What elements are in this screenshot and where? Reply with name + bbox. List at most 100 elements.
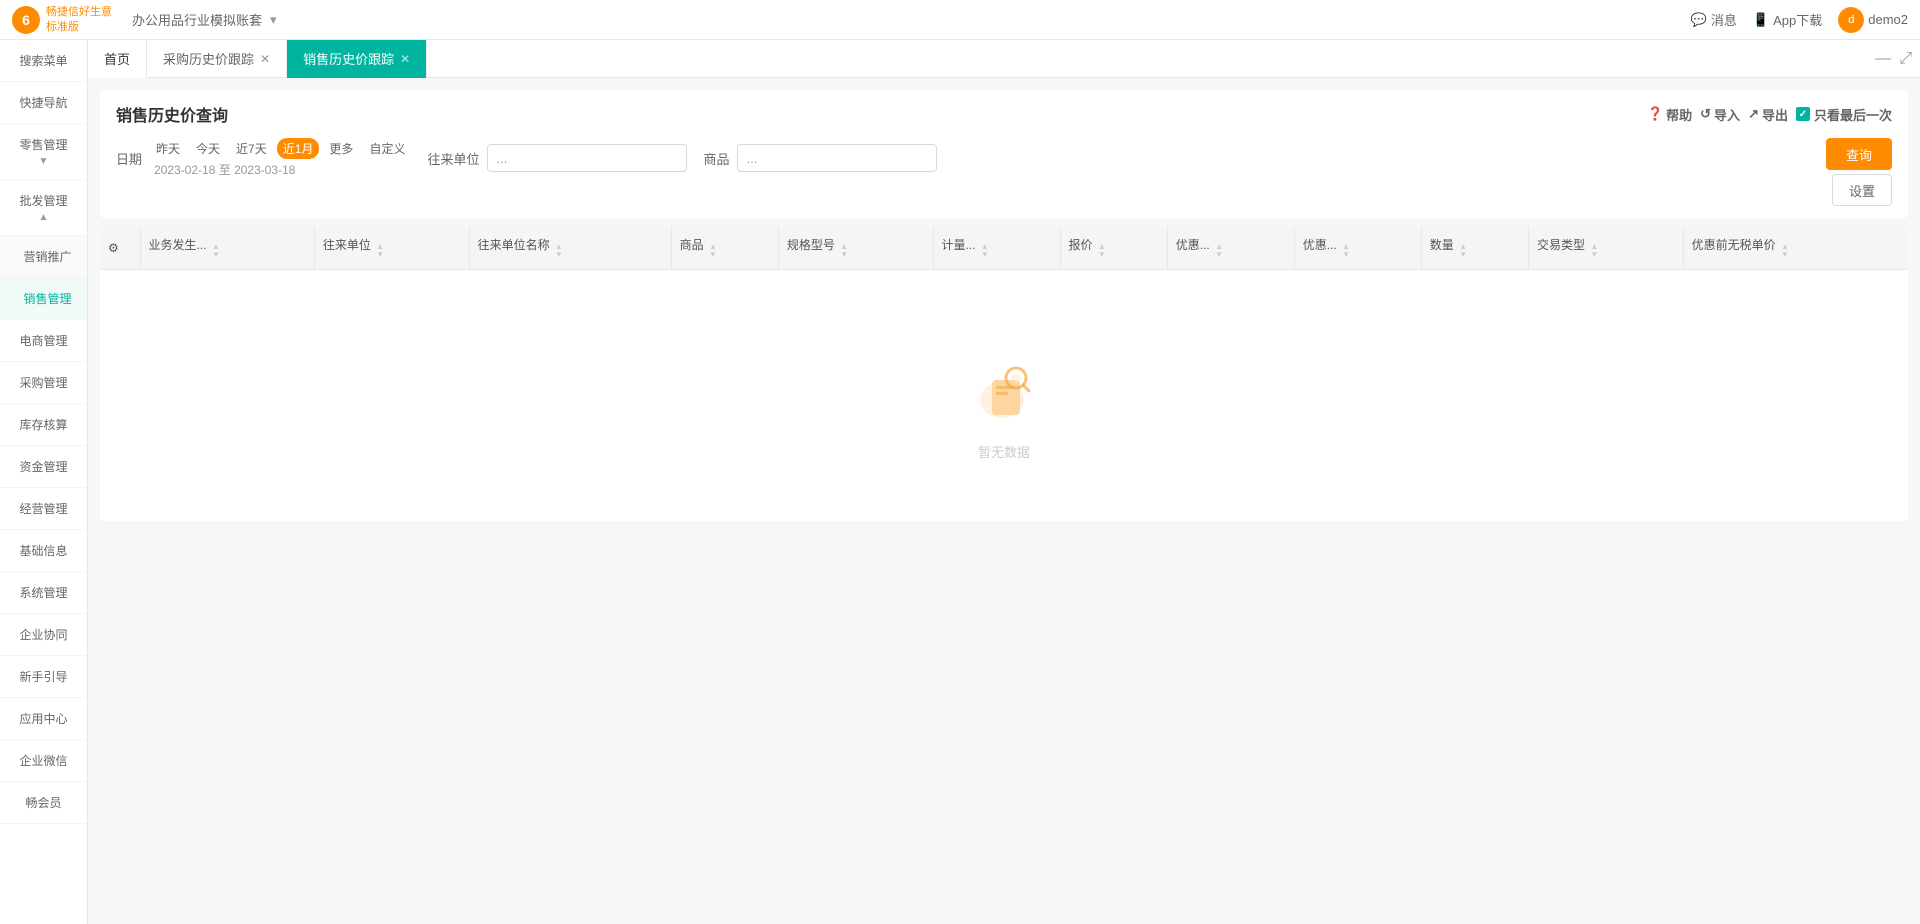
app-download-nav[interactable]: 📱 App下载 (1753, 10, 1822, 29)
retail-arrow-icon: ▼ (39, 156, 49, 167)
export-icon: ↗ (1748, 106, 1759, 122)
user-profile[interactable]: d demo2 (1838, 7, 1908, 33)
tab-home[interactable]: 首页 (88, 40, 147, 78)
tab-home-label: 首页 (104, 49, 130, 68)
top-bar-dropdown-icon[interactable]: ▾ (270, 12, 277, 28)
sidebar-item-inventory[interactable]: 库存核算 (0, 404, 87, 446)
import-label: 导入 (1714, 105, 1740, 124)
sidebar-item-guide[interactable]: 新手引导 (0, 656, 87, 698)
date-label: 日期 (116, 149, 142, 168)
date-btn-custom[interactable]: 自定义 (363, 138, 411, 159)
wechat-label: 企业微信 (8, 752, 79, 769)
enterprise-label: 企业协同 (8, 626, 79, 643)
export-label: 导出 (1762, 105, 1788, 124)
quick-nav-label: 快捷导航 (8, 94, 79, 111)
only-last-checkbox[interactable]: ✓ (1796, 107, 1810, 121)
logo-area: 6 畅捷信好生意 标准版 (12, 5, 112, 34)
col-discount2[interactable]: 优惠... ▲▼ (1294, 226, 1421, 270)
col-qty[interactable]: 数量 ▲▼ (1421, 226, 1528, 270)
partner-input[interactable]: ... (487, 144, 687, 172)
goods-input[interactable]: ... (737, 144, 937, 172)
col-spec[interactable]: 规格型号 ▲▼ (778, 226, 933, 270)
sidebar-item-quick-nav[interactable]: 快捷导航 (0, 82, 87, 124)
col-goods[interactable]: 商品 ▲▼ (671, 226, 778, 270)
sales-label: 销售管理 (16, 290, 79, 307)
tab-minimize-icon[interactable]: — (1875, 50, 1891, 68)
tab-sales-close-icon[interactable]: ✕ (400, 52, 410, 66)
tab-sales-history[interactable]: 销售历史价跟踪 ✕ (287, 40, 427, 78)
logo-icon: 6 (12, 6, 40, 34)
col-quote[interactable]: 报价 ▲▼ (1060, 226, 1167, 270)
message-nav[interactable]: 💬 消息 (1691, 10, 1737, 29)
data-table: ⚙ 业务发生... ▲▼ 往来单位 ▲▼ 往来单位名称 ▲▼ (100, 226, 1908, 270)
system-label: 系统管理 (8, 584, 79, 601)
help-label: 帮助 (1666, 105, 1692, 124)
col-biz-date[interactable]: 业务发生... ▲▼ (140, 226, 314, 270)
sidebar-item-operation[interactable]: 经营管理 (0, 488, 87, 530)
import-button[interactable]: ↺ 导入 (1700, 105, 1740, 124)
col-discount1[interactable]: 优惠... ▲▼ (1167, 226, 1294, 270)
purchase-label: 采购管理 (8, 374, 79, 391)
col-partner-code[interactable]: 往来单位 ▲▼ (314, 226, 469, 270)
sidebar-item-wechat[interactable]: 企业微信 (0, 740, 87, 782)
tab-sales-history-label: 销售历史价跟踪 (303, 49, 394, 68)
query-panel-actions: ❓ 帮助 ↺ 导入 ↗ 导出 ✓ 只看最后一次 (1647, 105, 1892, 124)
col-partner-name[interactable]: 往来单位名称 ▲▼ (469, 226, 671, 270)
col-trade-type[interactable]: 交易类型 ▲▼ (1528, 226, 1683, 270)
sidebar-item-basic-info[interactable]: 基础信息 (0, 530, 87, 572)
tab-purchase-close-icon[interactable]: ✕ (260, 52, 270, 66)
sidebar-item-member[interactable]: 畅会员 (0, 782, 87, 824)
date-btn-yesterday[interactable]: 昨天 (150, 138, 186, 159)
tab-actions: — ⤢ (1875, 50, 1920, 68)
tab-purchase-history[interactable]: 采购历史价跟踪 ✕ (147, 40, 287, 78)
top-filters: 日期 昨天 今天 近7天 近1月 更多 自定义 202 (116, 138, 1802, 178)
wholesale-label: 批发管理 (8, 192, 79, 209)
col-pretax-price[interactable]: 优惠前无税单价 ▲▼ (1683, 226, 1908, 270)
search-menu-label: 搜索菜单 (8, 52, 79, 69)
sidebar-item-enterprise[interactable]: 企业协同 (0, 614, 87, 656)
avatar: d (1838, 7, 1864, 33)
help-button[interactable]: ❓ 帮助 (1647, 105, 1692, 124)
date-btn-1month[interactable]: 近1月 (277, 138, 320, 159)
page-title: 销售历史价查询 (116, 102, 228, 126)
help-icon: ❓ (1647, 106, 1663, 122)
date-btn-7days[interactable]: 近7天 (230, 138, 273, 159)
top-bar-right: 💬 消息 📱 App下载 d demo2 (1691, 7, 1908, 33)
sidebar-item-ecommerce[interactable]: 电商管理 (0, 320, 87, 362)
sidebar-item-purchase[interactable]: 采购管理 (0, 362, 87, 404)
sidebar-item-wholesale[interactable]: 批发管理 ▲ (0, 180, 87, 236)
message-icon: 💬 (1691, 12, 1707, 28)
goods-filter-col: 商品 ... (703, 144, 937, 172)
filter-actions: 查询 设置 (1826, 138, 1892, 206)
basic-info-label: 基础信息 (8, 542, 79, 559)
col-unit[interactable]: 计量... ▲▼ (933, 226, 1060, 270)
sidebar-item-system[interactable]: 系统管理 (0, 572, 87, 614)
marketing-label: 营销推广 (16, 248, 79, 265)
tab-maximize-icon[interactable]: ⤢ (1899, 50, 1912, 68)
empty-state: 暂无数据 (100, 270, 1908, 521)
sidebar-item-finance[interactable]: 资金管理 (0, 446, 87, 488)
ecommerce-label: 电商管理 (8, 332, 79, 349)
sidebar-item-marketing[interactable]: 营销推广 (0, 236, 87, 278)
query-button[interactable]: 查询 (1826, 138, 1892, 170)
query-panel-header: 销售历史价查询 ❓ 帮助 ↺ 导入 ↗ 导出 (116, 102, 1892, 126)
sidebar-item-app-center[interactable]: 应用中心 (0, 698, 87, 740)
export-button[interactable]: ↗ 导出 (1748, 105, 1788, 124)
goods-input-dots: ... (746, 151, 757, 166)
query-panel: 销售历史价查询 ❓ 帮助 ↺ 导入 ↗ 导出 (100, 90, 1908, 218)
col-settings[interactable]: ⚙ (100, 226, 140, 270)
date-btn-more[interactable]: 更多 (323, 138, 359, 159)
main-layout: 搜索菜单 快捷导航 零售管理 ▼ 批发管理 ▲ 营销推广 销售管理 电商管理 采… (0, 40, 1920, 924)
partner-label: 往来单位 (427, 149, 479, 168)
date-btn-today[interactable]: 今天 (190, 138, 226, 159)
goods-label: 商品 (703, 149, 729, 168)
filter-section: 日期 昨天 今天 近7天 近1月 更多 自定义 202 (116, 138, 1892, 206)
sidebar-item-sales[interactable]: 销售管理 (0, 278, 87, 320)
only-last-label: 只看最后一次 (1814, 105, 1892, 124)
guide-label: 新手引导 (8, 668, 79, 685)
only-last-check[interactable]: ✓ 只看最后一次 (1796, 105, 1892, 124)
settings-button[interactable]: 设置 (1832, 174, 1892, 206)
sidebar-item-search[interactable]: 搜索菜单 (0, 40, 87, 82)
sidebar-item-retail[interactable]: 零售管理 ▼ (0, 124, 87, 180)
tab-purchase-history-label: 采购历史价跟踪 (163, 49, 254, 68)
